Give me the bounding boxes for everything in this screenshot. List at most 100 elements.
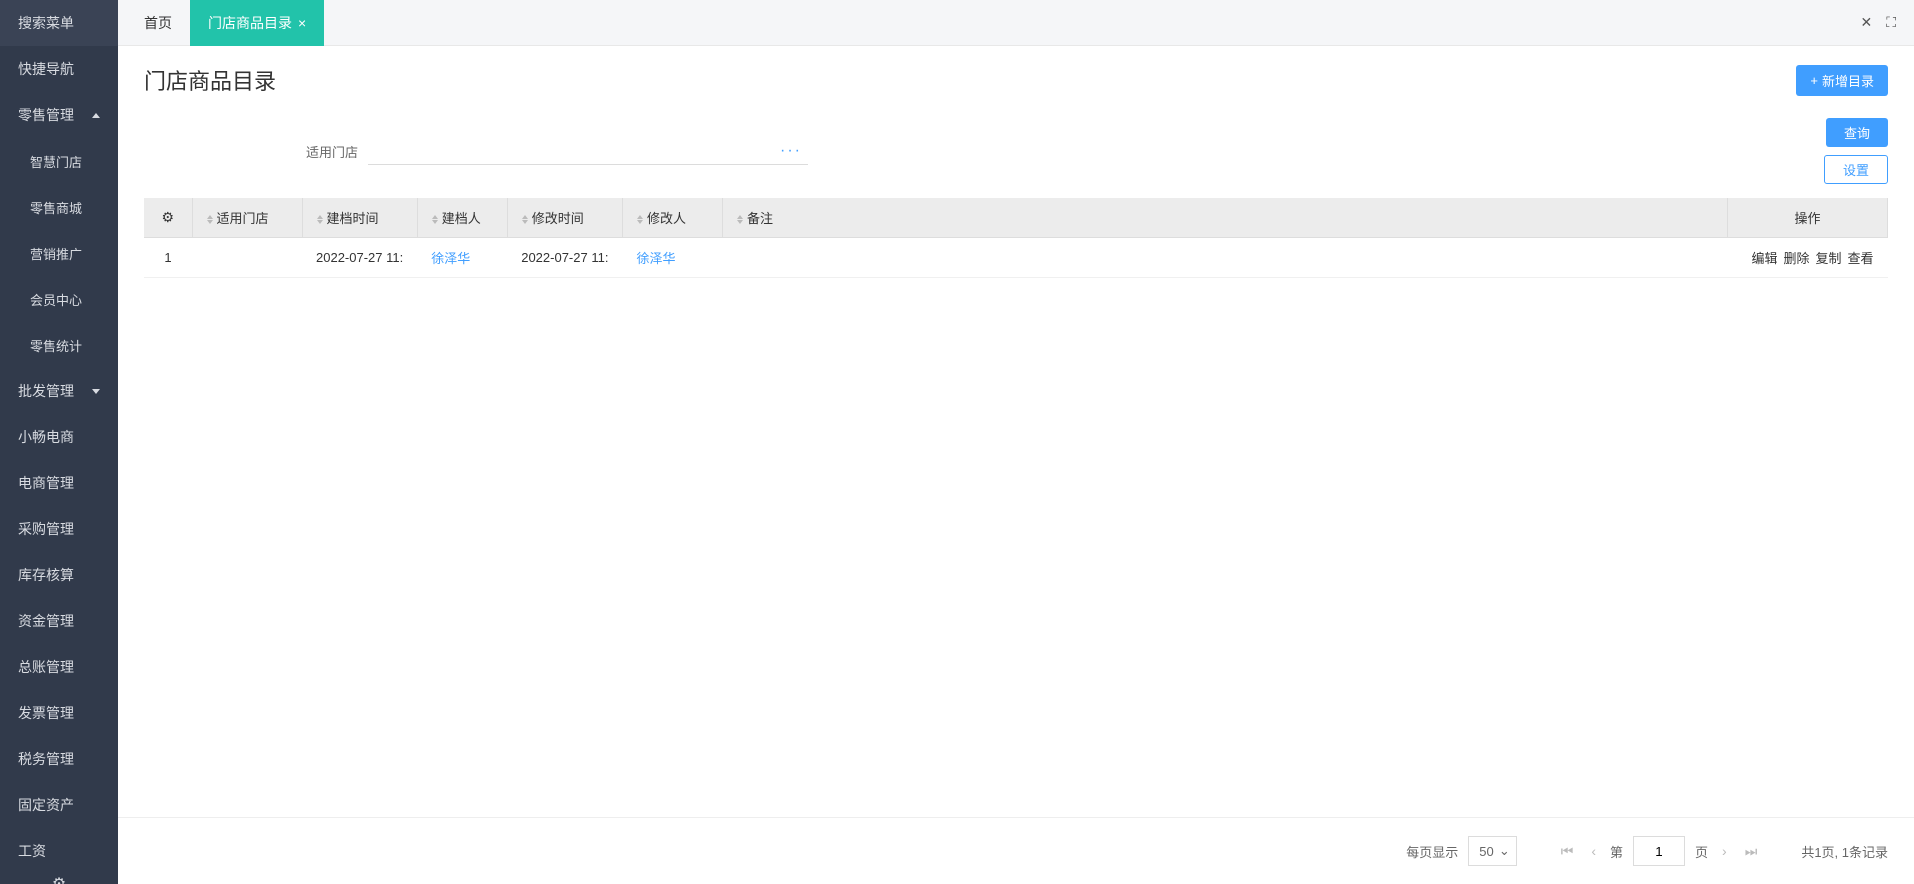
sort-icon bbox=[522, 215, 528, 224]
close-icon[interactable]: × bbox=[298, 15, 306, 31]
sidebar-item-label: 零售商城 bbox=[30, 198, 82, 217]
close-panel-icon[interactable]: ✕ bbox=[1860, 14, 1872, 31]
row-action[interactable]: 查看 bbox=[1847, 251, 1873, 266]
table-cell: 徐泽华 bbox=[622, 238, 722, 278]
fullscreen-icon[interactable]: ⛶ bbox=[1886, 14, 1896, 31]
sidebar-item[interactable]: 工资 bbox=[0, 828, 118, 874]
sidebar-item-label: 会员中心 bbox=[30, 290, 82, 309]
store-filter-input-wrap[interactable]: ··· bbox=[368, 137, 808, 165]
column-header[interactable]: 修改人 bbox=[622, 198, 722, 238]
sidebar-item-label: 固定资产 bbox=[18, 795, 74, 815]
gear-icon: ⚙ bbox=[52, 874, 66, 884]
sort-icon bbox=[637, 215, 643, 224]
sidebar-item[interactable]: 采购管理 bbox=[0, 506, 118, 552]
gear-icon: ⚙ bbox=[161, 209, 174, 225]
sidebar-item[interactable]: 营销推广 bbox=[0, 230, 118, 276]
tab-label: 门店商品目录 bbox=[208, 13, 292, 33]
sidebar-item-label: 搜索菜单 bbox=[18, 13, 74, 33]
sidebar-settings-gear[interactable]: ⚙ bbox=[0, 874, 118, 884]
column-header[interactable]: 适用门店 bbox=[192, 198, 302, 238]
sidebar-item[interactable]: 零售管理 bbox=[0, 92, 118, 138]
sidebar: 搜索菜单快捷导航零售管理智慧门店零售商城营销推广会员中心零售统计批发管理小畅电商… bbox=[0, 0, 118, 884]
sidebar-item-label: 税务管理 bbox=[18, 749, 74, 769]
sidebar-item[interactable]: 智慧门店 bbox=[0, 138, 118, 184]
table-cell: 1 bbox=[144, 238, 192, 278]
sidebar-item-label: 营销推广 bbox=[30, 244, 82, 263]
sidebar-item[interactable]: 固定资产 bbox=[0, 782, 118, 828]
column-header[interactable]: 建档时间 bbox=[302, 198, 417, 238]
page-suffix: 页 bbox=[1695, 842, 1708, 861]
catalog-table: ⚙ 适用门店建档时间建档人修改时间修改人备注操作 1 2022-07-27 11:… bbox=[144, 198, 1888, 278]
sidebar-item[interactable]: 资金管理 bbox=[0, 598, 118, 644]
column-settings[interactable]: ⚙ bbox=[144, 198, 192, 238]
table-cell-operations: 编辑删除复制查看 bbox=[1728, 238, 1888, 278]
per-page-label: 每页显示 bbox=[1406, 842, 1458, 861]
row-action[interactable]: 删除 bbox=[1783, 251, 1809, 266]
pagination-summary: 共1页, 1条记录 bbox=[1801, 842, 1888, 861]
sidebar-item[interactable]: 会员中心 bbox=[0, 276, 118, 322]
table-cell bbox=[192, 238, 302, 278]
store-filter-label: 适用门店 bbox=[278, 142, 358, 161]
sidebar-item[interactable]: 搜索菜单 bbox=[0, 0, 118, 46]
page-prev-button[interactable]: ‹ bbox=[1587, 843, 1600, 859]
sidebar-item[interactable]: 税务管理 bbox=[0, 736, 118, 782]
sidebar-item-label: 批发管理 bbox=[18, 381, 74, 401]
sidebar-item[interactable]: 批发管理 bbox=[0, 368, 118, 414]
column-header[interactable]: 备注 bbox=[722, 198, 1727, 238]
tab[interactable]: 首页 bbox=[126, 0, 190, 46]
sort-icon bbox=[432, 215, 438, 224]
search-button[interactable]: 查询 bbox=[1826, 118, 1888, 147]
sidebar-item-label: 发票管理 bbox=[18, 703, 74, 723]
sort-icon bbox=[317, 215, 323, 224]
page-first-button[interactable]: ⏮ bbox=[1557, 843, 1578, 860]
column-header[interactable]: 修改时间 bbox=[507, 198, 622, 238]
sidebar-item[interactable]: 总账管理 bbox=[0, 644, 118, 690]
table-cell bbox=[722, 238, 1727, 278]
sidebar-item[interactable]: 电商管理 bbox=[0, 460, 118, 506]
sidebar-item[interactable]: 零售商城 bbox=[0, 184, 118, 230]
sidebar-item-label: 电商管理 bbox=[18, 473, 74, 493]
sidebar-item[interactable]: 库存核算 bbox=[0, 552, 118, 598]
tab[interactable]: 门店商品目录 × bbox=[190, 0, 324, 46]
main-area: 首页门店商品目录× ✕ ⛶ 门店商品目录 + 新增目录 适用门店 ··· bbox=[118, 0, 1914, 884]
sidebar-item-label: 小畅电商 bbox=[18, 427, 74, 447]
chevron-up-icon bbox=[92, 113, 100, 118]
page-title: 门店商品目录 bbox=[144, 64, 276, 96]
page-prefix: 第 bbox=[1610, 842, 1623, 861]
plus-icon: + bbox=[1810, 73, 1818, 88]
table-cell: 徐泽华 bbox=[417, 238, 507, 278]
settings-button[interactable]: 设置 bbox=[1824, 155, 1888, 184]
tab-label: 首页 bbox=[144, 13, 172, 33]
sidebar-item[interactable]: 快捷导航 bbox=[0, 46, 118, 92]
tab-bar: 首页 门店商品目录 × ✕ ⛶ bbox=[118, 0, 1914, 46]
row-action[interactable]: 编辑 bbox=[1751, 251, 1777, 266]
table-cell: 2022-07-27 11: bbox=[302, 238, 417, 278]
page-last-button[interactable]: ⏭ bbox=[1741, 843, 1762, 860]
column-header[interactable]: 建档人 bbox=[417, 198, 507, 238]
chevron-down-icon: ⌄ bbox=[1499, 843, 1510, 859]
chevron-down-icon bbox=[92, 389, 100, 394]
add-catalog-button[interactable]: + 新增目录 bbox=[1796, 65, 1888, 96]
sidebar-item[interactable]: 发票管理 bbox=[0, 690, 118, 736]
store-filter-input[interactable] bbox=[368, 143, 780, 158]
sidebar-item-label: 快捷导航 bbox=[18, 59, 74, 79]
lookup-icon[interactable]: ··· bbox=[780, 142, 802, 160]
per-page-select[interactable]: 50 ⌄ bbox=[1468, 836, 1516, 866]
sidebar-item[interactable]: 零售统计 bbox=[0, 322, 118, 368]
sidebar-item-label: 零售统计 bbox=[30, 336, 82, 355]
sort-icon bbox=[737, 215, 743, 224]
sidebar-item[interactable]: 小畅电商 bbox=[0, 414, 118, 460]
filter-bar: 适用门店 ··· 查询 设置 bbox=[118, 104, 1914, 198]
column-header-operation: 操作 bbox=[1728, 198, 1888, 238]
row-action[interactable]: 复制 bbox=[1815, 251, 1841, 266]
sort-icon bbox=[207, 215, 213, 224]
table-cell: 2022-07-27 11: bbox=[507, 238, 622, 278]
page-next-button[interactable]: › bbox=[1718, 843, 1731, 859]
sidebar-item-label: 智慧门店 bbox=[30, 152, 82, 171]
sidebar-item-label: 总账管理 bbox=[18, 657, 74, 677]
table-row: 12022-07-27 11:徐泽华2022-07-27 11:徐泽华编辑删除复… bbox=[144, 238, 1888, 278]
sidebar-item-label: 库存核算 bbox=[18, 565, 74, 585]
page-input[interactable] bbox=[1633, 836, 1685, 866]
sidebar-item-label: 采购管理 bbox=[18, 519, 74, 539]
sidebar-item-label: 工资 bbox=[18, 841, 46, 861]
